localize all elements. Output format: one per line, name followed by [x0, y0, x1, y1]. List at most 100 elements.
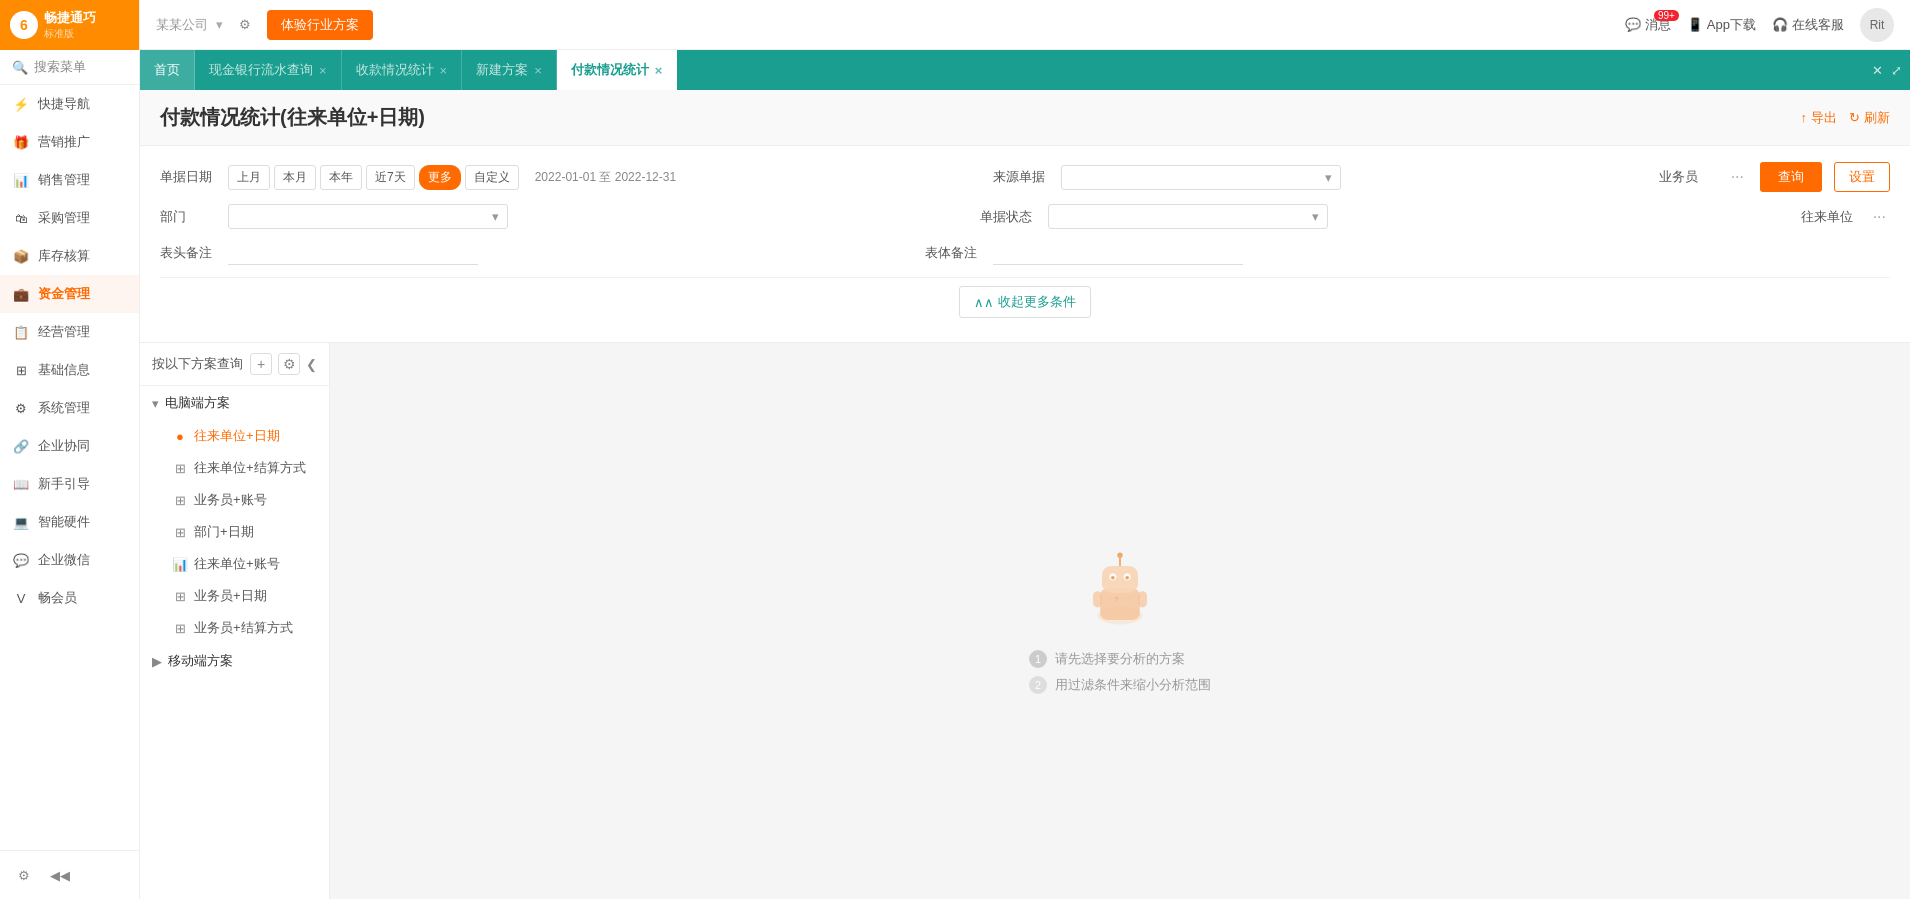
payment-stats-label: 付款情况统计 — [571, 61, 649, 79]
robot-illustration: ? — [1075, 548, 1165, 638]
body-note-label: 表体备注 — [925, 244, 981, 262]
source-select-arrow-icon: ▾ — [1325, 170, 1332, 185]
tab-payment-stats[interactable]: 付款情况统计 × — [557, 50, 678, 90]
dept-select[interactable]: ▾ — [228, 204, 508, 229]
tab-bank-flow[interactable]: 现金银行流水查询 × — [195, 50, 342, 90]
svg-point-8 — [1125, 576, 1129, 580]
filter-row-1: 单据日期 上月 本月 本年 近7天 更多 自定义 2022-01-01 至 20… — [160, 162, 1890, 192]
salesperson-ellipsis-btn[interactable]: ··· — [1727, 168, 1748, 186]
scheme-data-area: 按以下方案查询 + ⚙ ❮ ▾ 电脑端方案 ● 往来单 — [140, 343, 1910, 899]
grid-small-icon-5: ⊞ — [172, 588, 188, 604]
sidebar-item-sales[interactable]: 📊 销售管理 — [0, 161, 139, 199]
sidebar-item-wechat[interactable]: 💬 企业微信 — [0, 541, 139, 579]
scheme-panel-collapse-btn[interactable]: ❮ — [306, 357, 317, 372]
hint-num-1: 1 — [1029, 650, 1047, 668]
svg-text:?: ? — [1115, 595, 1119, 604]
header-note-input[interactable] — [228, 241, 478, 265]
query-btn[interactable]: 查询 — [1760, 162, 1822, 192]
search-menu[interactable]: 🔍 搜索菜单 — [0, 50, 139, 85]
scheme-item-salesperson-account[interactable]: ⊞ 业务员+账号 — [160, 484, 329, 516]
sidebar-label-inventory: 库存核算 — [38, 247, 90, 265]
date-btn-7days[interactable]: 近7天 — [366, 165, 415, 190]
sidebar-item-inventory[interactable]: 📦 库存核算 — [0, 237, 139, 275]
tab-home[interactable]: 首页 — [140, 50, 195, 90]
topbar-gear-btn[interactable]: ⚙ — [231, 11, 259, 39]
sidebar-item-quick-nav[interactable]: ⚡ 快捷导航 — [0, 85, 139, 123]
date-btn-custom[interactable]: 自定义 — [465, 165, 519, 190]
source-select[interactable]: ▾ — [1061, 165, 1341, 190]
sidebar-logo: 6 畅捷通巧 标准版 — [0, 0, 139, 50]
date-btn-last-month[interactable]: 上月 — [228, 165, 270, 190]
sidebar-item-hardware[interactable]: 💻 智能硬件 — [0, 503, 139, 541]
sidebar-item-guide[interactable]: 📖 新手引导 — [0, 465, 139, 503]
trial-btn[interactable]: 体验行业方案 — [267, 10, 373, 40]
date-btn-this-month[interactable]: 本月 — [274, 165, 316, 190]
wallet-icon: 💼 — [12, 285, 30, 303]
scheme-item-salesperson-date[interactable]: ⊞ 业务员+日期 — [160, 580, 329, 612]
online-service-btn[interactable]: 🎧 在线客服 — [1772, 16, 1844, 34]
sidebar-item-system[interactable]: ⚙ 系统管理 — [0, 389, 139, 427]
export-label: 导出 — [1811, 109, 1837, 127]
notification-btn[interactable]: 💬 消息 99+ — [1625, 16, 1671, 34]
headset-icon: 🎧 — [1772, 17, 1788, 32]
scheme-item-dept-date[interactable]: ⊞ 部门+日期 — [160, 516, 329, 548]
box-icon: 📦 — [12, 247, 30, 265]
doc-status-arrow-icon: ▾ — [1312, 209, 1319, 224]
sidebar-item-operation[interactable]: 📋 经营管理 — [0, 313, 139, 351]
export-btn[interactable]: ↑ 导出 — [1801, 109, 1838, 127]
svg-rect-2 — [1093, 591, 1102, 607]
tab-new-scheme[interactable]: 新建方案 × — [462, 50, 557, 90]
receipt-stats-close-btn[interactable]: × — [440, 63, 448, 78]
scheme-item-counterpart-settle[interactable]: ⊞ 往来单位+结算方式 — [160, 452, 329, 484]
svg-point-7 — [1111, 576, 1115, 580]
sidebar-label-purchase: 采购管理 — [38, 209, 90, 227]
date-options: 上月 本月 本年 近7天 更多 自定义 — [228, 165, 519, 190]
filter-row-2: 部门 ▾ 单据状态 ▾ 往来单位 ··· — [160, 204, 1890, 229]
search-icon: 🔍 — [12, 60, 28, 75]
sidebar-item-base[interactable]: ⊞ 基础信息 — [0, 351, 139, 389]
sidebar-item-marketing[interactable]: 🎁 营销推广 — [0, 123, 139, 161]
sidebar-collapse-btn[interactable]: ◀◀ — [46, 861, 74, 889]
sidebar-item-purchase[interactable]: 🛍 采购管理 — [0, 199, 139, 237]
user-avatar[interactable]: Rit — [1860, 8, 1894, 42]
counterpart-ellipsis-btn[interactable]: ··· — [1869, 208, 1890, 226]
date-range-display: 2022-01-01 至 2022-12-31 — [535, 169, 676, 186]
scheme-item-counterpart-date[interactable]: ● 往来单位+日期 — [160, 420, 329, 452]
collapse-more-btn[interactable]: ∧∧ 收起更多条件 — [959, 286, 1091, 318]
new-scheme-close-btn[interactable]: × — [534, 63, 542, 78]
payment-stats-close-btn[interactable]: × — [655, 63, 663, 78]
scheme-group-mobile-toggle[interactable]: ▶ 移动端方案 — [140, 644, 329, 678]
setting-btn[interactable]: 设置 — [1834, 162, 1890, 192]
app-version: 标准版 — [44, 27, 96, 41]
content-area: 付款情况统计(往来单位+日期) ↑ 导出 ↻ 刷新 单据日期 上月 本月 — [140, 90, 1910, 899]
scheme-add-btn[interactable]: + — [250, 353, 272, 375]
home-label: 首页 — [154, 61, 180, 79]
tab-expand-btn[interactable]: ⤢ — [1891, 63, 1902, 78]
grid-icon: ⊞ — [12, 361, 30, 379]
refresh-btn[interactable]: ↻ 刷新 — [1849, 109, 1890, 127]
date-btn-this-year[interactable]: 本年 — [320, 165, 362, 190]
tab-close-all-btn[interactable]: ✕ — [1872, 63, 1883, 78]
scheme-item-counterpart-account[interactable]: 📊 往来单位+账号 — [160, 548, 329, 580]
phone-icon: 📱 — [1687, 17, 1703, 32]
app-download-btn[interactable]: 📱 App下载 — [1687, 16, 1756, 34]
sidebar-label-quick-nav: 快捷导航 — [38, 95, 90, 113]
sidebar-item-member[interactable]: V 畅会员 — [0, 579, 139, 617]
scheme-group-pc-toggle[interactable]: ▾ 电脑端方案 — [140, 386, 329, 420]
date-btn-more[interactable]: 更多 — [419, 165, 461, 190]
doc-status-select[interactable]: ▾ — [1048, 204, 1328, 229]
bank-flow-close-btn[interactable]: × — [319, 63, 327, 78]
scheme-settings-btn[interactable]: ⚙ — [278, 353, 300, 375]
sidebar: 6 畅捷通巧 标准版 🔍 搜索菜单 ⚡ 快捷导航 🎁 营销推广 📊 销售管理 🛍… — [0, 0, 140, 899]
scheme-item-salesperson-settle[interactable]: ⊞ 业务员+结算方式 — [160, 612, 329, 644]
sidebar-item-finance[interactable]: 💼 资金管理 — [0, 275, 139, 313]
placeholder-hints: 1 请先选择要分析的方案 2 用过滤条件来缩小分析范围 — [1029, 650, 1211, 694]
sidebar-settings-btn[interactable]: ⚙ — [10, 861, 38, 889]
sidebar-label-operation: 经营管理 — [38, 323, 90, 341]
body-note-input[interactable] — [993, 241, 1243, 265]
online-service-label: 在线客服 — [1792, 16, 1844, 34]
tab-receipt-stats[interactable]: 收款情况统计 × — [342, 50, 463, 90]
sidebar-item-enterprise[interactable]: 🔗 企业协同 — [0, 427, 139, 465]
filter-bottom: ∧∧ 收起更多条件 — [160, 277, 1890, 326]
notification-badge: 99+ — [1654, 10, 1679, 21]
